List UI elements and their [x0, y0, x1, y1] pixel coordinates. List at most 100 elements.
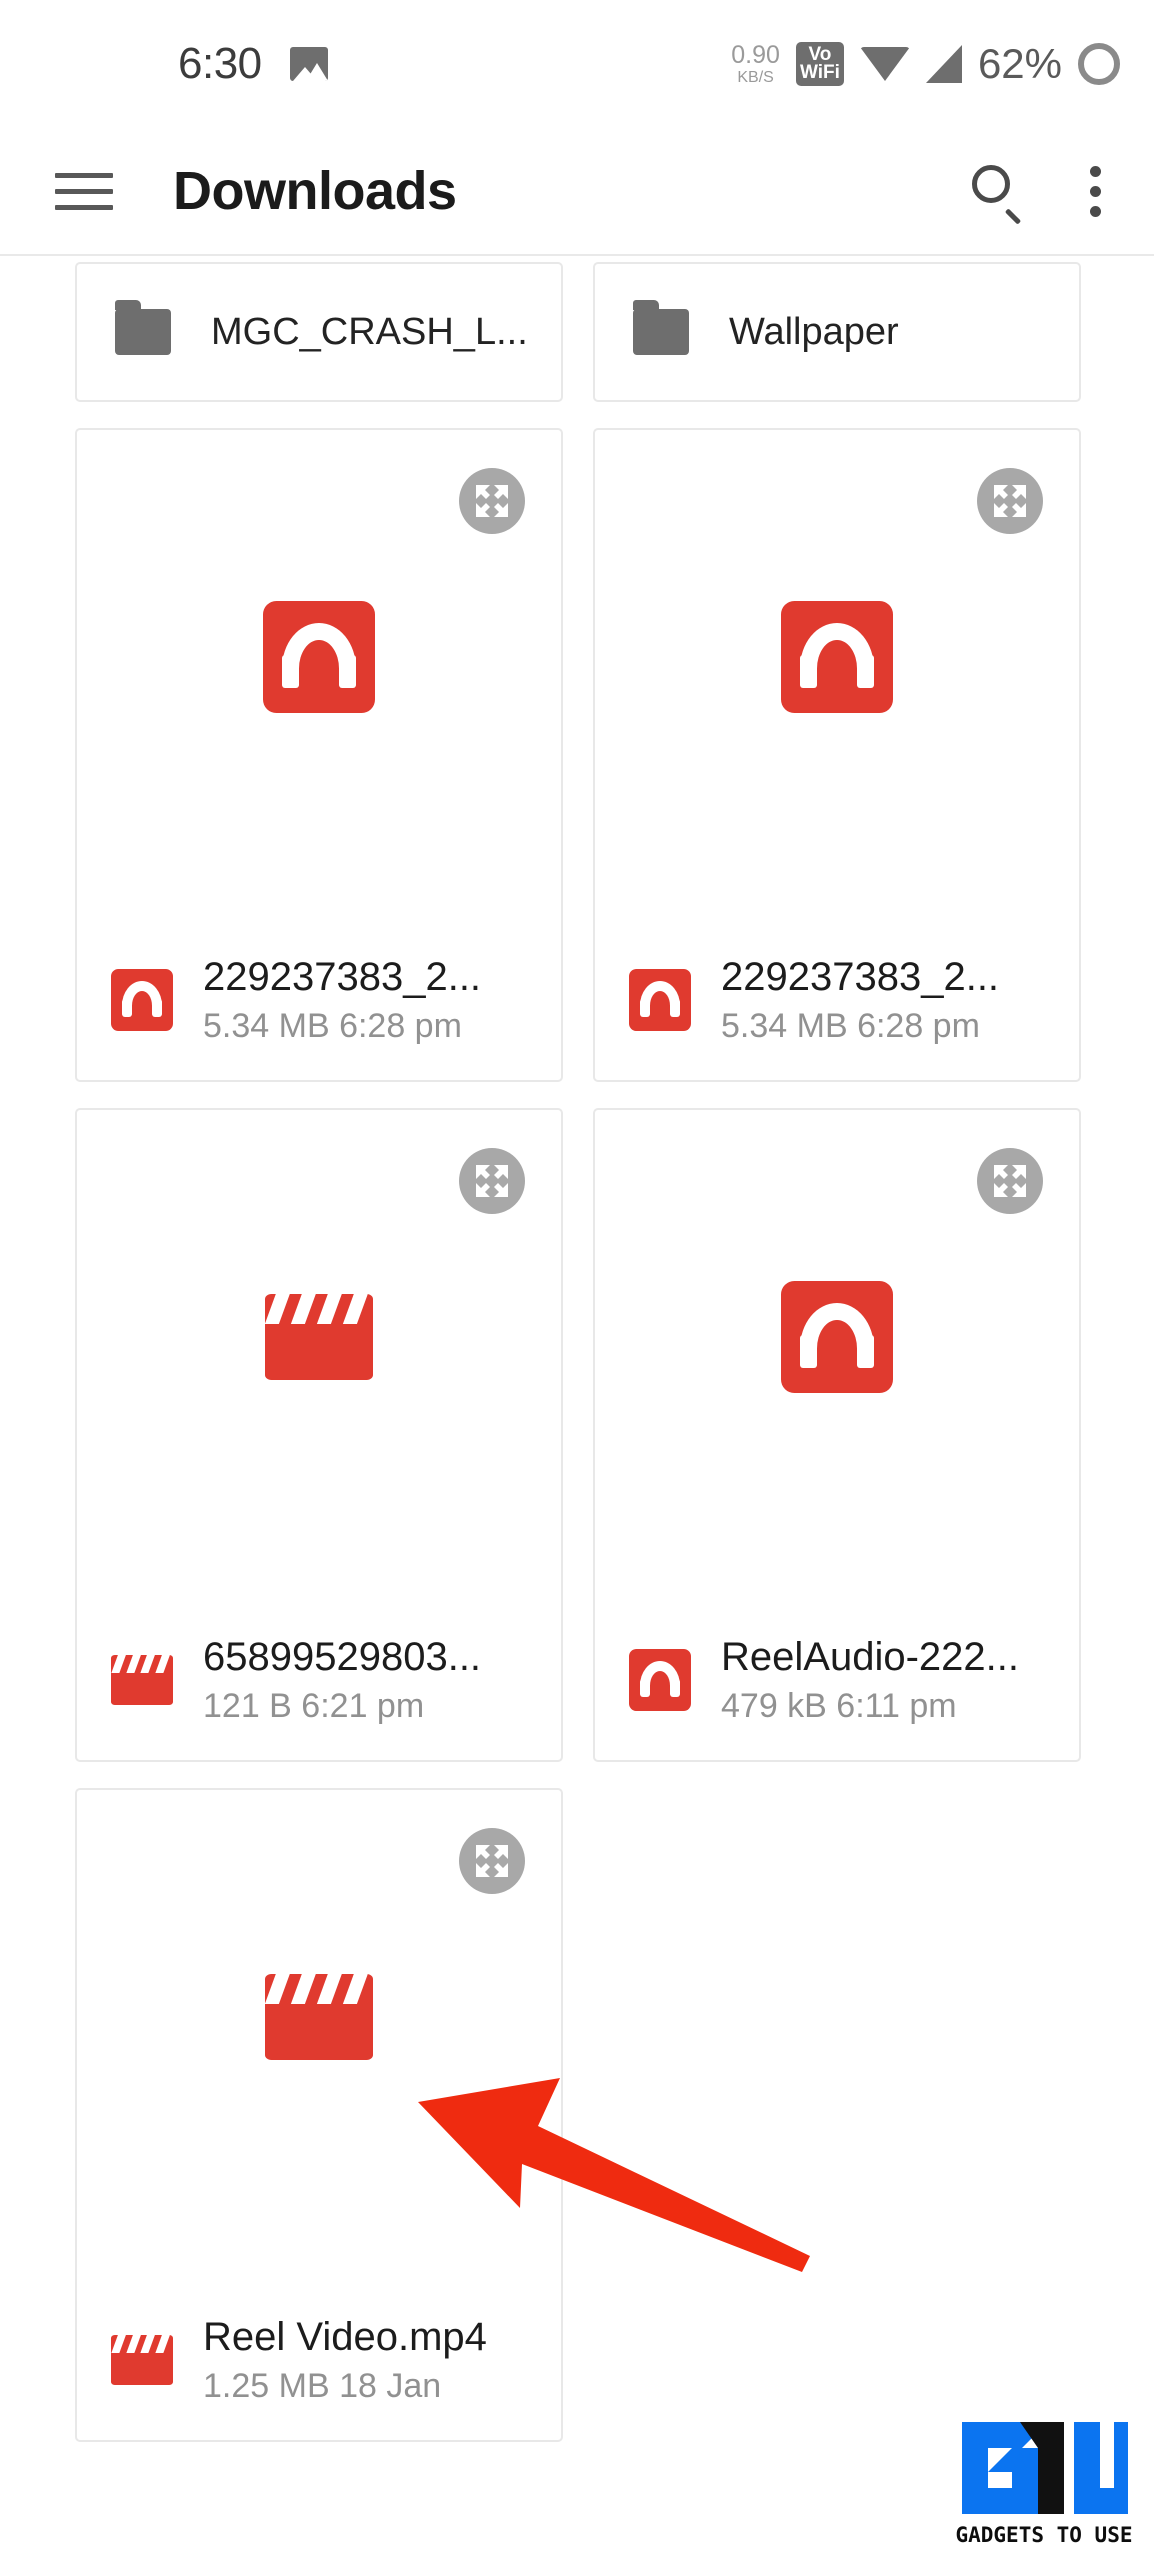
- file-info: Reel Video.mp4 1.25 MB 18 Jan: [203, 2314, 487, 2406]
- vowifi-label-bottom: WiFi: [799, 62, 840, 83]
- network-speed-unit: KB/S: [737, 68, 774, 86]
- audio-headphone-icon: [781, 1280, 893, 1393]
- gadgets-to-use-logo: [952, 2414, 1136, 2546]
- file-card-footer: 229237383_2... 5.34 MB 6:28 pm: [595, 954, 1079, 1080]
- file-meta: 1.25 MB 18 Jan: [203, 2366, 442, 2405]
- file-type-icon: [629, 1648, 691, 1711]
- grid-row-files: 65899529803... 121 B 6:21 pm ReelAudio-2…: [0, 1108, 1154, 1762]
- clapper-stripe: [317, 1973, 344, 2005]
- clapper-stripe: [111, 1654, 127, 1673]
- watermark: GADGETS TO USE: [952, 2414, 1136, 2547]
- folder-card[interactable]: Wallpaper: [593, 262, 1081, 402]
- file-type-icon: [111, 2334, 173, 2385]
- grid-empty-slot: [593, 1788, 1081, 2442]
- grid-row-folders: MGC_CRASH_L... Wallpaper: [0, 262, 1154, 402]
- app-toolbar: Downloads: [0, 128, 1154, 256]
- hamburger-bar: [55, 204, 113, 210]
- expand-fullscreen-icon[interactable]: [459, 1828, 525, 1894]
- folder-icon: [115, 300, 171, 355]
- clapper-stripe: [125, 2334, 142, 2353]
- headphone-ear-right: [338, 654, 356, 689]
- status-bar-right: 0.90 KB/S Vo WiFi 62%: [731, 40, 1120, 88]
- file-name: 65899529803...: [203, 1634, 482, 1679]
- file-info: ReelAudio-222... 479 kB 6:11 pm: [721, 1634, 1019, 1726]
- headphone-center: [651, 994, 669, 1016]
- file-meta: 479 kB 6:11 pm: [721, 1686, 957, 1725]
- more-vertical-icon[interactable]: [1086, 162, 1106, 221]
- file-card[interactable]: 229237383_2... 5.34 MB 6:28 pm: [593, 428, 1081, 1082]
- watermark-text: GADGETS TO USE: [955, 2523, 1133, 2547]
- file-info: 229237383_2... 5.34 MB 6:28 pm: [203, 954, 481, 1046]
- more-dot: [1090, 165, 1101, 177]
- image-icon: [289, 47, 328, 81]
- headphone-center: [821, 647, 853, 686]
- clapper-stripe: [265, 1293, 292, 1325]
- file-meta: 121 B 6:21 pm: [203, 1686, 425, 1725]
- video-clapperboard-icon: [111, 1654, 173, 1705]
- folder-name: MGC_CRASH_L...: [211, 310, 528, 353]
- file-info: 65899529803... 121 B 6:21 pm: [203, 1634, 481, 1726]
- folder-card[interactable]: MGC_CRASH_L...: [75, 262, 563, 402]
- headphone-ear-left: [282, 654, 300, 689]
- search-icon[interactable]: [972, 165, 1024, 217]
- headphone-ear-left: [800, 654, 818, 689]
- file-card[interactable]: 65899529803... 121 B 6:21 pm: [75, 1108, 563, 1762]
- network-speed-indicator: 0.90 KB/S: [731, 42, 780, 86]
- battery-ring-icon: [1078, 43, 1120, 85]
- cellular-signal-icon: [925, 45, 962, 83]
- file-type-icon: [111, 1654, 173, 1705]
- clapper-stripe: [155, 2334, 172, 2353]
- status-bar-clock: 6:30: [178, 39, 262, 88]
- toolbar-actions: [972, 162, 1106, 221]
- headphone-ear-right: [856, 1334, 874, 1369]
- audio-headphone-icon: [629, 968, 691, 1031]
- headphone-ear-left: [121, 998, 132, 1018]
- file-card[interactable]: 229237383_2... 5.34 MB 6:28 pm: [75, 428, 563, 1082]
- folder-name: Wallpaper: [729, 310, 899, 353]
- file-grid: MGC_CRASH_L... Wallpaper 229237383_2... …: [0, 262, 1154, 2468]
- headphone-ear-right: [856, 654, 874, 689]
- clapper-stripe: [317, 1293, 344, 1325]
- hamburger-menu-icon[interactable]: [55, 172, 113, 210]
- file-name: Reel Video.mp4: [203, 2314, 487, 2359]
- grid-row-files: 229237383_2... 5.34 MB 6:28 pm 229237383…: [0, 428, 1154, 1082]
- file-card-footer: 65899529803... 121 B 6:21 pm: [77, 1634, 561, 1760]
- expand-fullscreen-icon[interactable]: [977, 468, 1043, 534]
- file-card-footer: Reel Video.mp4 1.25 MB 18 Jan: [77, 2314, 561, 2440]
- audio-headphone-icon: [263, 600, 375, 713]
- audio-headphone-icon: [629, 1648, 691, 1711]
- file-type-icon: [629, 968, 691, 1031]
- headphone-ear-right: [670, 998, 681, 1018]
- file-name: 229237383_2...: [203, 954, 482, 999]
- file-meta: 5.34 MB 6:28 pm: [203, 1006, 462, 1045]
- clapper-stripe: [291, 1293, 318, 1325]
- file-card[interactable]: ReelAudio-222... 479 kB 6:11 pm: [593, 1108, 1081, 1762]
- clapper-stripe: [140, 2334, 157, 2353]
- expand-fullscreen-icon[interactable]: [977, 1148, 1043, 1214]
- more-dot: [1090, 185, 1101, 197]
- file-card-footer: ReelAudio-222... 479 kB 6:11 pm: [595, 1634, 1079, 1760]
- headphone-ear-right: [670, 1678, 681, 1698]
- headphone-ear-left: [639, 1678, 650, 1698]
- file-info: 229237383_2... 5.34 MB 6:28 pm: [721, 954, 999, 1046]
- clapper-stripe: [265, 1973, 292, 2005]
- clapper-stripe: [125, 1654, 142, 1673]
- wifi-icon: [859, 47, 910, 81]
- file-type-icon: [111, 968, 173, 1031]
- headphone-center: [651, 1674, 669, 1696]
- clapper-stripe: [342, 1973, 370, 2005]
- file-name: ReelAudio-222...: [721, 1634, 1019, 1679]
- headphone-center: [133, 994, 151, 1016]
- file-name: 229237383_2...: [721, 954, 1000, 999]
- headphone-ear-left: [639, 998, 650, 1018]
- headphone-ear-right: [152, 998, 163, 1018]
- file-card[interactable]: Reel Video.mp4 1.25 MB 18 Jan: [75, 1788, 563, 2442]
- status-bar: 6:30 0.90 KB/S Vo WiFi 62%: [0, 0, 1154, 128]
- expand-fullscreen-icon[interactable]: [459, 1148, 525, 1214]
- headphone-ear-left: [800, 1334, 818, 1369]
- expand-fullscreen-icon[interactable]: [459, 468, 525, 534]
- grid-row-files: Reel Video.mp4 1.25 MB 18 Jan: [0, 1788, 1154, 2442]
- headphone-center: [821, 1327, 853, 1366]
- battery-percent-label: 62%: [977, 40, 1062, 87]
- video-clapperboard-icon: [265, 1293, 373, 1380]
